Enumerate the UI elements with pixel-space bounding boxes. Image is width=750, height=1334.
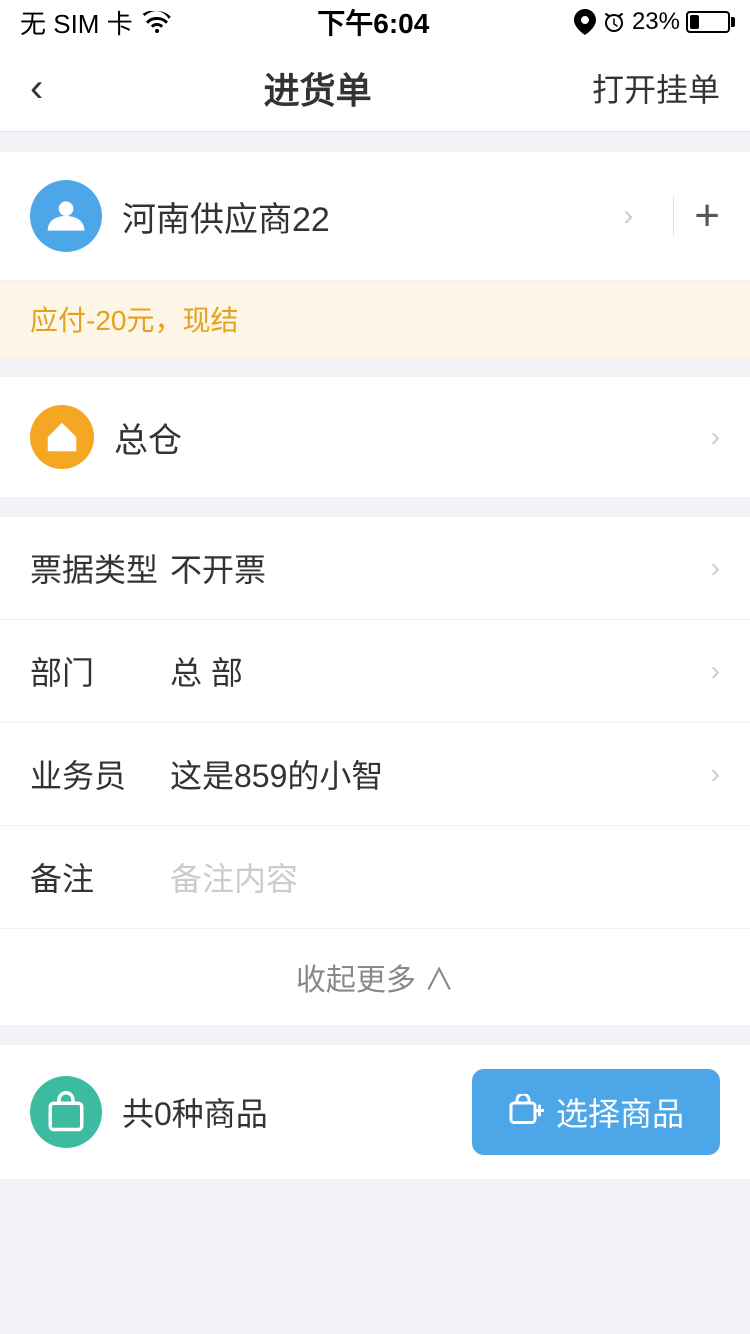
salesperson-value: 这是859的小智: [170, 751, 711, 797]
salesperson-label: 业务员: [30, 751, 170, 797]
warehouse-name-label: 总仓: [114, 413, 711, 462]
notice-bar: 应付-20元，现结: [0, 281, 750, 357]
status-left: 无 SIM 卡: [20, 4, 173, 41]
status-right: 23%: [574, 8, 730, 36]
back-button[interactable]: ‹: [30, 68, 43, 108]
warehouse-icon: [30, 405, 94, 469]
remark-input[interactable]: 备注内容: [170, 854, 720, 900]
status-time: 下午6:04: [317, 2, 429, 42]
form-row-department[interactable]: 部门 总 部 ›: [0, 619, 750, 722]
supplier-row[interactable]: 河南供应商22 › +: [0, 152, 750, 281]
person-icon: [44, 194, 88, 238]
house-icon: [43, 418, 81, 456]
wifi-icon: [141, 11, 173, 33]
supplier-avatar: [30, 180, 102, 252]
alarm-icon: [602, 10, 626, 34]
notice-text: 应付-20元，现结: [30, 305, 238, 336]
department-label: 部门: [30, 648, 170, 694]
supplier-card: 河南供应商22 › + 应付-20元，现结: [0, 152, 750, 357]
form-row-salesperson[interactable]: 业务员 这是859的小智 ›: [0, 722, 750, 825]
product-bar: 共0种商品 选择商品: [0, 1045, 750, 1179]
battery-label: 23%: [632, 8, 680, 36]
invoice-label: 票据类型: [30, 545, 170, 591]
location-icon: [574, 9, 596, 35]
form-row-remark[interactable]: 备注 备注内容: [0, 825, 750, 928]
section-gap-3: [0, 497, 750, 517]
product-icon-container: [30, 1076, 102, 1148]
supplier-chevron-icon: ›: [623, 199, 633, 233]
status-bar: 无 SIM 卡 下午6:04 23%: [0, 0, 750, 44]
department-value: 总 部: [170, 648, 711, 694]
section-gap-1: [0, 132, 750, 152]
form-row-invoice[interactable]: 票据类型 不开票 ›: [0, 517, 750, 619]
remark-label: 备注: [30, 854, 170, 900]
department-chevron-icon: ›: [711, 655, 720, 687]
form-card: 票据类型 不开票 › 部门 总 部 › 业务员 这是859的小智 › 备注 备注…: [0, 517, 750, 1025]
warehouse-chevron-icon: ›: [711, 421, 720, 453]
section-gap-2: [0, 357, 750, 377]
select-product-button[interactable]: 选择商品: [472, 1069, 720, 1155]
add-button[interactable]: +: [694, 194, 720, 238]
collapse-button[interactable]: 收起更多 ∧: [0, 928, 750, 1025]
battery-icon: [686, 11, 730, 33]
invoice-chevron-icon: ›: [711, 552, 720, 584]
invoice-value: 不开票: [170, 545, 711, 591]
salesperson-chevron-icon: ›: [711, 758, 720, 790]
page-title: 进货单: [264, 62, 372, 114]
open-pending-button[interactable]: 打开挂单: [592, 65, 720, 111]
shopping-bag-icon: [45, 1091, 87, 1133]
nav-bar: ‹ 进货单 打开挂单: [0, 44, 750, 132]
cart-add-icon: [508, 1094, 544, 1130]
warehouse-card[interactable]: 总仓 ›: [0, 377, 750, 497]
supplier-name-label: 河南供应商22: [122, 192, 623, 241]
warehouse-row[interactable]: 总仓 ›: [0, 377, 750, 497]
carrier-label: 无 SIM 卡: [20, 4, 133, 41]
vertical-divider: [673, 196, 674, 236]
select-product-label: 选择商品: [556, 1089, 684, 1135]
product-count-label: 共0种商品: [122, 1089, 472, 1135]
